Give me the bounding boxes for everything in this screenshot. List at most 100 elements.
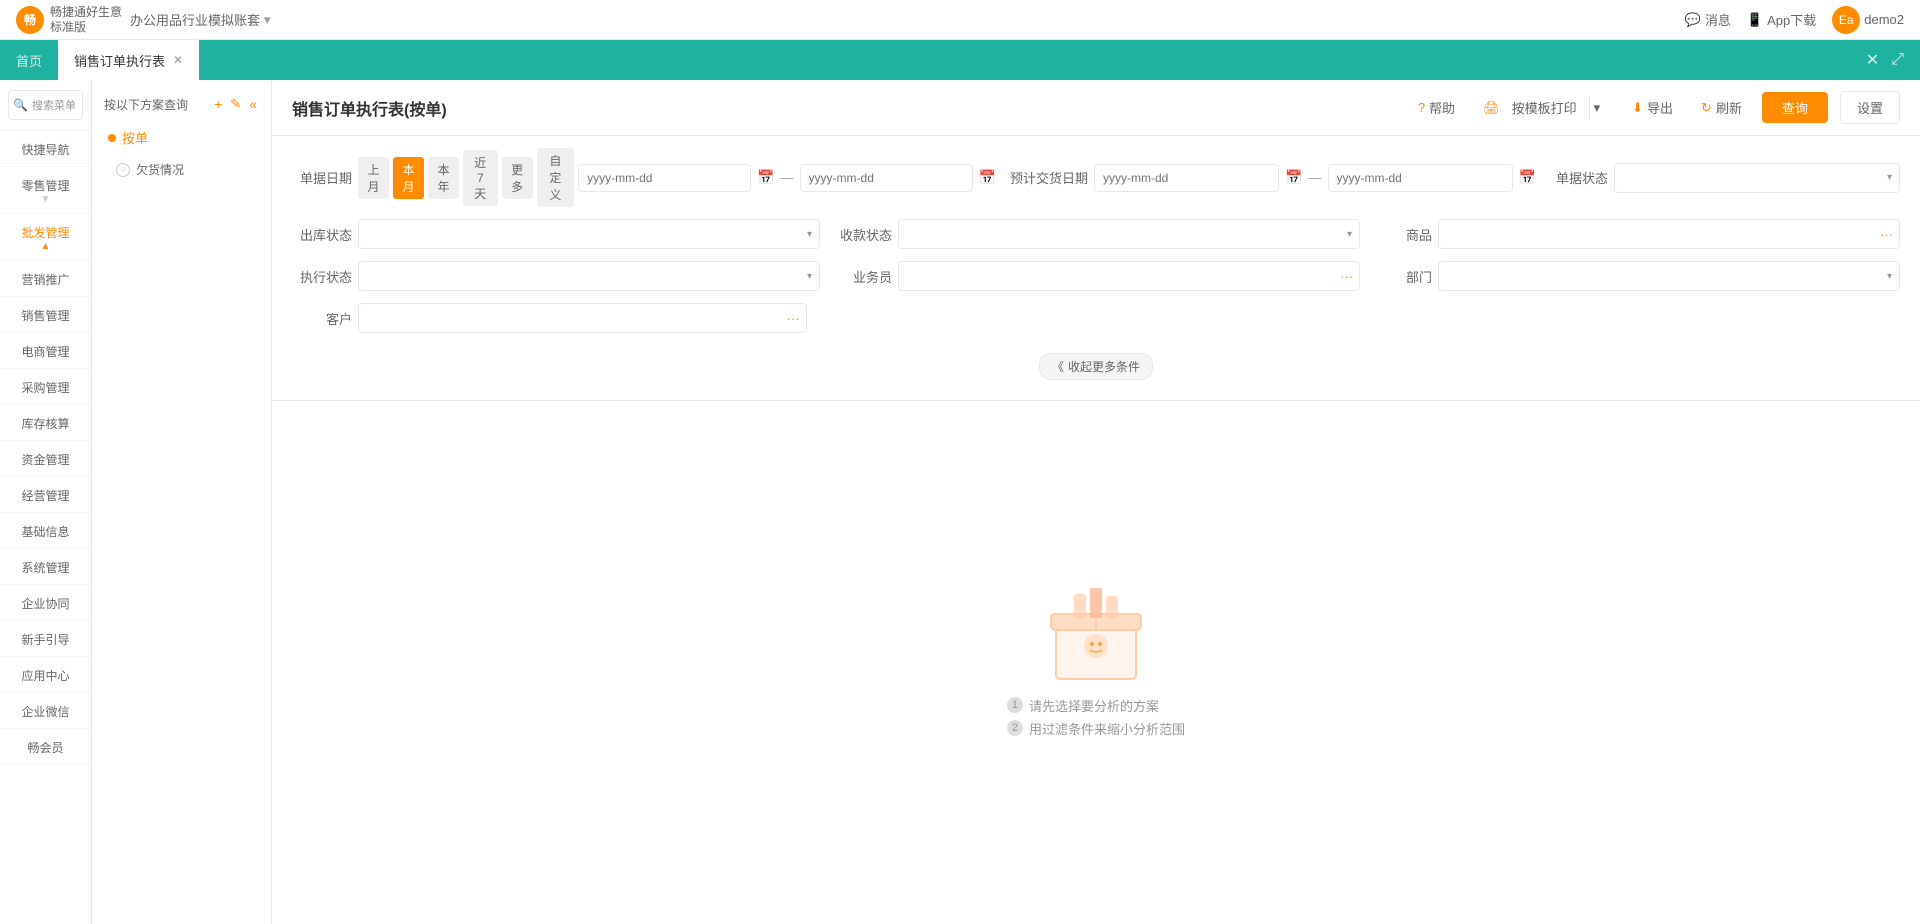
- date-start-input[interactable]: [578, 164, 751, 192]
- message-button[interactable]: 💬 消息: [1685, 10, 1731, 29]
- sidebar-item-retail[interactable]: 零售管理 ▼: [0, 167, 91, 214]
- expected-date-range: 📅 — 📅: [1094, 164, 1536, 192]
- sidebar-item-basic-info[interactable]: 基础信息: [0, 513, 91, 549]
- collapse-panel-button[interactable]: «: [247, 94, 259, 114]
- tab-bar-actions: ✕ ⤢: [1862, 46, 1920, 74]
- sidebar-item-operations[interactable]: 经营管理: [0, 477, 91, 513]
- exec-status-select-wrapper: ▾: [358, 261, 820, 291]
- sidebar-item-inventory[interactable]: 库存核算: [0, 405, 91, 441]
- date-btn-last-month[interactable]: 上月: [358, 157, 389, 199]
- help-button[interactable]: ? 帮助: [1410, 94, 1463, 121]
- payment-status-label: 收款状态: [832, 225, 892, 244]
- search-menu-button[interactable]: 🔍 搜索菜单: [8, 90, 83, 120]
- left-panel: 按以下方案查询 + ✎ « 按单 ○ 欠货情况: [92, 80, 272, 924]
- tab-home[interactable]: 首页: [0, 40, 58, 80]
- delivery-status-select[interactable]: [358, 219, 820, 249]
- tab-close-icon[interactable]: ✕: [173, 53, 183, 67]
- sidebar-item-member[interactable]: 畅会员: [0, 729, 91, 765]
- expected-date-start-input[interactable]: [1094, 164, 1279, 192]
- breadcrumb-arrow-icon[interactable]: ▾: [264, 12, 271, 28]
- sidebar-item-purchase[interactable]: 采购管理: [0, 369, 91, 405]
- sidebar-item-system[interactable]: 系统管理: [0, 549, 91, 585]
- date-label: 单据日期: [292, 168, 352, 187]
- department-label: 部门: [1372, 267, 1432, 286]
- customer-picker-icon[interactable]: ···: [781, 303, 807, 333]
- date-btn-this-year[interactable]: 本年: [428, 157, 459, 199]
- salesperson-input[interactable]: [898, 261, 1334, 291]
- sidebar-item-finance[interactable]: 资金管理: [0, 441, 91, 477]
- salesperson-label: 业务员: [832, 267, 892, 286]
- expected-calendar-start-icon[interactable]: 📅: [1285, 169, 1302, 186]
- breadcrumb: 办公用品行业模拟账套 ▾: [130, 10, 271, 29]
- delivery-status-label: 出库状态: [292, 225, 352, 244]
- tab-bar: 首页 销售订单执行表 ✕ ✕ ⤢: [0, 40, 1920, 80]
- query-button[interactable]: 查询: [1762, 92, 1828, 123]
- sidebar-item-sales-mgmt[interactable]: 销售管理: [0, 297, 91, 333]
- exec-status-label: 执行状态: [292, 267, 352, 286]
- hint-num-1: 1: [1007, 697, 1023, 713]
- collapse-button[interactable]: 《 收起更多条件: [1039, 353, 1153, 380]
- calendar-start-icon[interactable]: 📅: [757, 169, 774, 186]
- sidebar-item-quick-nav[interactable]: 快捷导航: [0, 131, 91, 167]
- date-btn-this-month[interactable]: 本月: [393, 157, 424, 199]
- salesperson-picker-icon[interactable]: ···: [1334, 261, 1360, 291]
- settings-button[interactable]: 设置: [1840, 91, 1900, 124]
- filter-area: 单据日期 上月 本月 本年 近7天 更多 自定义 📅 —: [272, 136, 1920, 401]
- filter-order-status: 单据状态 ▾: [1548, 163, 1900, 193]
- payment-status-select-wrapper: ▾: [898, 219, 1360, 249]
- sidebar-item-new-guide[interactable]: 新手引导: [0, 621, 91, 657]
- scheme-item-by-order[interactable]: 按单: [92, 120, 271, 155]
- print-dropdown-icon[interactable]: ▾: [1589, 96, 1605, 120]
- filter-row-2: 出库状态 ▾ 收款状态: [292, 219, 1900, 249]
- collapse-up-icon: 《: [1052, 358, 1064, 375]
- sidebar-item-wholesale[interactable]: 批发管理 ▲: [0, 214, 91, 261]
- empty-hint-1: 1 请先选择要分析的方案: [1007, 696, 1185, 715]
- page-actions: ? 帮助 🖨 按模板打印 ▾ ⬇ 导出 ↻ 刷新: [1410, 90, 1900, 125]
- customer-input[interactable]: [358, 303, 781, 333]
- tab-close-all-icon[interactable]: ✕: [1862, 46, 1883, 74]
- sidebar-item-corp-collab[interactable]: 企业协同: [0, 585, 91, 621]
- order-status-select[interactable]: [1614, 163, 1900, 193]
- export-button[interactable]: ⬇ 导出: [1624, 94, 1681, 121]
- app-download-button[interactable]: 📱 App下载: [1747, 10, 1816, 29]
- sidebar-item-ecommerce[interactable]: 电商管理: [0, 333, 91, 369]
- order-status-label: 单据状态: [1548, 168, 1608, 187]
- exec-status-select[interactable]: [358, 261, 820, 291]
- sidebar-item-corp-wechat[interactable]: 企业微信: [0, 693, 91, 729]
- expected-date-label: 预计交货日期: [1008, 168, 1088, 187]
- mobile-icon: 📱: [1747, 12, 1763, 28]
- add-scheme-button[interactable]: +: [212, 94, 224, 114]
- edit-scheme-button[interactable]: ✎: [228, 94, 243, 114]
- print-icon: 🖨: [1483, 100, 1500, 116]
- user-info[interactable]: Ea demo2: [1832, 6, 1904, 34]
- date-btn-custom[interactable]: 自定义: [537, 148, 575, 207]
- expected-date-end-input[interactable]: [1328, 164, 1513, 192]
- content-area: 按以下方案查询 + ✎ « 按单 ○ 欠货情况 销售: [92, 80, 1920, 924]
- calendar-end-icon[interactable]: 📅: [979, 169, 996, 186]
- sidebar-search-area: 🔍 搜索菜单: [0, 80, 91, 131]
- customer-picker: ···: [358, 303, 807, 333]
- tab-sales-exec[interactable]: 销售订单执行表 ✕: [58, 40, 199, 80]
- scheme-sub-item-debt[interactable]: ○ 欠货情况: [92, 155, 271, 184]
- empty-state: 1 请先选择要分析的方案 2 用过滤条件来缩小分析范围: [272, 401, 1920, 924]
- customer-label: 客户: [292, 309, 352, 328]
- page-header: 销售订单执行表(按单) ? 帮助 🖨 按模板打印 ▾ ⬇ 导出: [272, 80, 1920, 136]
- logo-area: 畅 畅捷通好生意 标准版: [16, 5, 122, 34]
- payment-status-select[interactable]: [898, 219, 1360, 249]
- date-btn-last-7[interactable]: 近7天: [463, 150, 498, 206]
- tab-expand-icon[interactable]: ⤢: [1887, 47, 1908, 73]
- sidebar: 🔍 搜索菜单 快捷导航 零售管理 ▼ 批发管理 ▲ 营销推广 销售管理 电商管理…: [0, 80, 92, 924]
- filter-payment-status: 收款状态 ▾: [832, 219, 1360, 249]
- print-button[interactable]: 🖨 按模板打印 ▾: [1475, 90, 1612, 125]
- sidebar-item-app-center[interactable]: 应用中心: [0, 657, 91, 693]
- refresh-button[interactable]: ↻ 刷新: [1693, 94, 1750, 121]
- department-select[interactable]: [1438, 261, 1900, 291]
- empty-text-list: 1 请先选择要分析的方案 2 用过滤条件来缩小分析范围: [1007, 696, 1185, 742]
- goods-input[interactable]: [1438, 219, 1874, 249]
- expected-calendar-end-icon[interactable]: 📅: [1519, 169, 1536, 186]
- sidebar-item-marketing[interactable]: 营销推广: [0, 261, 91, 297]
- goods-picker-icon[interactable]: ···: [1874, 219, 1900, 249]
- salesperson-picker: ···: [898, 261, 1360, 291]
- date-end-input[interactable]: [800, 164, 973, 192]
- date-btn-more[interactable]: 更多: [502, 157, 533, 199]
